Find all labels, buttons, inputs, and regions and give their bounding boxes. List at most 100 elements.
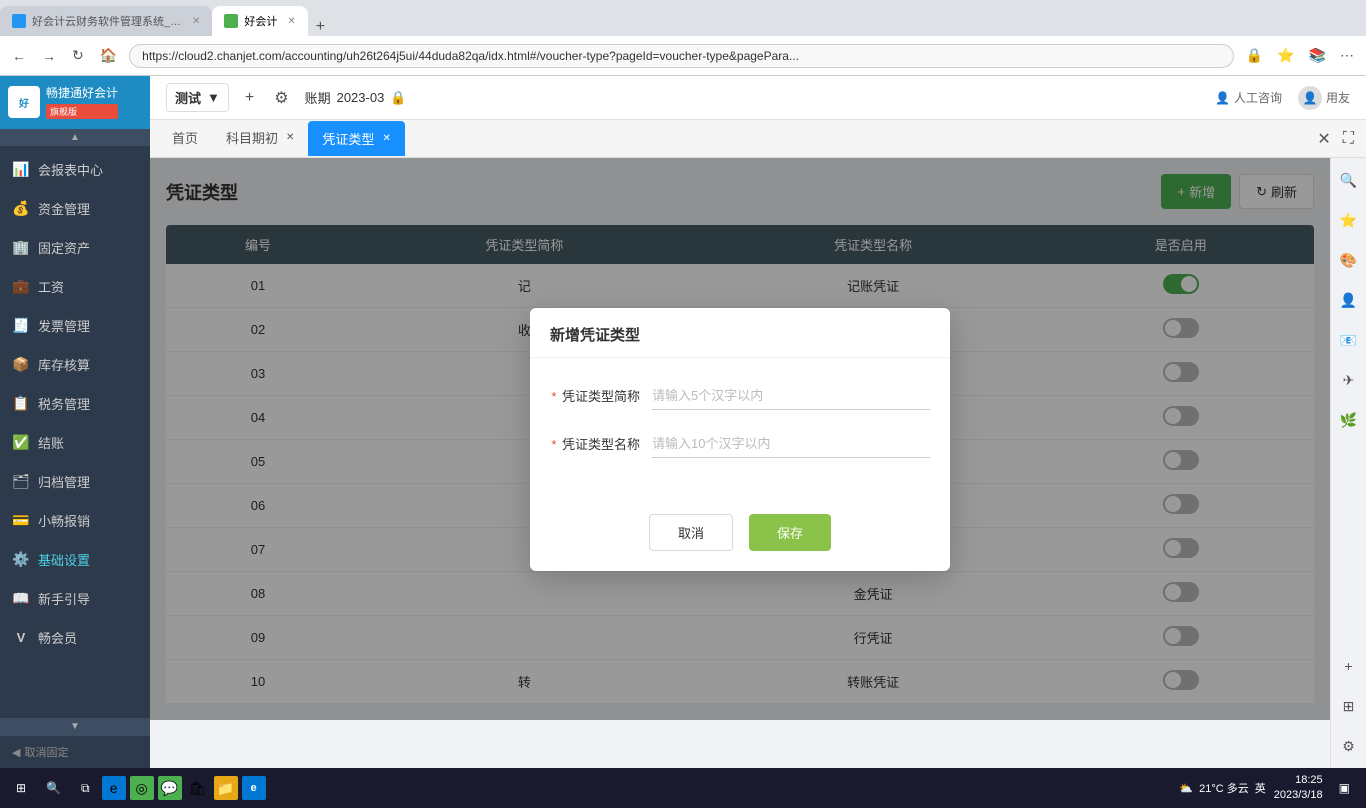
period-lock-icon: 🔒 [390, 90, 406, 106]
taskbar-clock: 18:25 [1274, 773, 1323, 788]
tab-subjects-close[interactable]: ✕ [286, 132, 294, 143]
add-voucher-modal: 新增凭证类型 * 凭证类型简称 [530, 308, 950, 571]
tab-minimize-button[interactable]: ✕ [1313, 125, 1334, 153]
address-bar: ← → ↻ 🏠 🔒 ⭐ 📚 ⋯ [0, 36, 1366, 76]
right-panel-user2[interactable]: 👤 [1335, 286, 1363, 314]
chrome-taskbar-icon[interactable]: ◎ [130, 776, 154, 800]
required-mark-2: * [551, 437, 556, 452]
edge2-taskbar-icon[interactable]: e [242, 776, 266, 800]
wechat-taskbar-icon[interactable]: 💬 [158, 776, 182, 800]
weather-text: 21°C 多云 [1199, 780, 1249, 796]
modal-overlay: 新增凭证类型 * 凭证类型简称 [150, 158, 1330, 720]
guide-icon: 📖 [12, 590, 30, 607]
modal-cancel-button[interactable]: 取消 [649, 514, 733, 551]
consult-button[interactable]: 👤 人工咨询 [1215, 89, 1282, 106]
tab-expand-button[interactable]: ⛶ [1339, 125, 1358, 153]
sidebar-item-fixed-assets[interactable]: 🏢 固定资产 [0, 228, 150, 267]
sidebar-item-tax[interactable]: 📋 税务管理 [0, 384, 150, 423]
tab-favicon-2 [224, 14, 238, 28]
modal-title: 新增凭证类型 [550, 327, 640, 344]
sidebar-item-guide[interactable]: 📖 新手引导 [0, 579, 150, 618]
taskview-button[interactable]: ⧉ [73, 777, 98, 800]
edge-taskbar-icon[interactable]: e [102, 776, 126, 800]
salary-icon: 💼 [12, 278, 30, 295]
sidebar-item-inventory[interactable]: 📦 库存核算 [0, 345, 150, 384]
modal-save-button[interactable]: 保存 [749, 514, 831, 551]
refresh-button[interactable]: ↻ [68, 45, 88, 66]
taskbar-systray: ⛅ 21°C 多云 英 [1179, 780, 1265, 796]
sidebar-cancel-pin[interactable]: ◀ 取消固定 [0, 735, 150, 768]
right-panel-plus[interactable]: + [1335, 652, 1363, 680]
sidebar-nav: 📊 会报表中心 💰 资金管理 🏢 固定资产 💼 工资 🧾 发票管理 📦 [0, 146, 150, 718]
input-short-name[interactable] [652, 382, 930, 410]
archive-icon: 🗂 [12, 473, 30, 490]
tab-close-2[interactable]: ✕ [287, 16, 295, 27]
settings-gear-button[interactable]: ⚙ [270, 84, 292, 112]
taskbar-time: 18:25 2023/3/18 [1274, 773, 1323, 804]
company-selector[interactable]: 测试 ▼ [166, 83, 229, 112]
right-panel-gear[interactable]: ⚙ [1335, 732, 1363, 760]
consult-icon: 👤 [1215, 91, 1230, 105]
store-taskbar-icon[interactable]: 🛍 [186, 776, 210, 800]
new-tab-button[interactable]: + [308, 18, 333, 36]
main-content: 凭证类型 + 新增 ↻ 刷新 [150, 158, 1330, 720]
sidebar-label-tax: 税务管理 [38, 394, 90, 413]
right-panel-color[interactable]: 🎨 [1335, 246, 1363, 274]
sidebar-item-invoice[interactable]: 🧾 发票管理 [0, 306, 150, 345]
sidebar-label-expense: 小畅报销 [38, 511, 90, 530]
capital-icon: 💰 [12, 200, 30, 217]
extensions-button[interactable]: 🔒 [1242, 45, 1267, 66]
sidebar-item-basic[interactable]: ⚙️ 基础设置 [0, 540, 150, 579]
company-dropdown-icon: ▼ [207, 90, 220, 105]
expense-icon: 💳 [12, 512, 30, 529]
back-button[interactable]: ← [8, 46, 30, 66]
address-input[interactable] [129, 44, 1234, 68]
content-wrapper: 测试 ▼ + ⚙ 账期 2023-03 🔒 👤 人工咨询 👤 用友 [150, 76, 1366, 768]
start-button[interactable]: ⊞ [8, 777, 34, 799]
sidebar-item-member[interactable]: V 畅会员 [0, 618, 150, 657]
sidebar-scroll-up[interactable]: ▲ [0, 129, 150, 146]
home-button[interactable]: 🏠 [96, 45, 121, 66]
user-avatar: 👤 [1298, 86, 1322, 110]
right-panel-search[interactable]: 🔍 [1335, 166, 1363, 194]
tab-label-1: 好会计云财务软件管理系统_会计 [32, 13, 182, 29]
main-with-right: 凭证类型 + 新增 ↻ 刷新 [150, 158, 1330, 768]
input-full-name[interactable] [652, 430, 930, 458]
sidebar-label-checkout: 结账 [38, 433, 64, 452]
taskbar-date: 2023/3/18 [1274, 788, 1323, 803]
browser-tab-1[interactable]: 好会计云财务软件管理系统_会计 ✕ [0, 6, 212, 36]
right-panel-table[interactable]: ⊞ [1335, 692, 1363, 720]
tab-subjects[interactable]: 科目期初 ✕ [212, 120, 308, 157]
show-desktop-button[interactable]: ▣ [1331, 777, 1358, 799]
sidebar-item-salary[interactable]: 💼 工资 [0, 267, 150, 306]
collections-button[interactable]: 📚 [1305, 45, 1330, 66]
browser-tab-2[interactable]: 好会计 ✕ [212, 6, 307, 36]
tab-voucher-type[interactable]: 凭证类型 ✕ [308, 121, 404, 156]
search-taskbar-button[interactable]: 🔍 [38, 777, 69, 799]
right-panel-leaf[interactable]: 🌿 [1335, 406, 1363, 434]
settings-button[interactable]: ⋯ [1336, 45, 1358, 66]
sidebar-item-dashboard[interactable]: 📊 会报表中心 [0, 150, 150, 189]
forward-button[interactable]: → [38, 46, 60, 66]
sidebar-item-capital[interactable]: 💰 资金管理 [0, 189, 150, 228]
sidebar-item-archive[interactable]: 🗂 归档管理 [0, 462, 150, 501]
tab-voucher-type-close[interactable]: ✕ [382, 133, 390, 144]
sidebar-scroll-down[interactable]: ▼ [0, 718, 150, 735]
right-panel-send[interactable]: ✈ [1335, 366, 1363, 394]
invoice-icon: 🧾 [12, 317, 30, 334]
right-panel-outlook[interactable]: 📧 [1335, 326, 1363, 354]
consult-label: 人工咨询 [1234, 89, 1282, 106]
tab-close-1[interactable]: ✕ [192, 16, 200, 27]
files-taskbar-icon[interactable]: 📁 [214, 776, 238, 800]
taskbar-right: ⛅ 21°C 多云 英 18:25 2023/3/18 ▣ [1179, 773, 1358, 804]
user-button[interactable]: 👤 用友 [1298, 86, 1350, 110]
tax-icon: 📋 [12, 395, 30, 412]
sidebar-item-checkout[interactable]: ✅ 结账 [0, 423, 150, 462]
add-company-button[interactable]: + [241, 85, 258, 111]
sidebar-item-expense[interactable]: 💳 小畅报销 [0, 501, 150, 540]
page-tab-nav: 首页 科目期初 ✕ 凭证类型 ✕ ✕ ⛶ [150, 120, 1366, 158]
right-panel-star[interactable]: ⭐ [1335, 206, 1363, 234]
tab-home[interactable]: 首页 [158, 120, 212, 157]
company-name: 测试 [175, 88, 201, 107]
star-button[interactable]: ⭐ [1273, 45, 1298, 66]
